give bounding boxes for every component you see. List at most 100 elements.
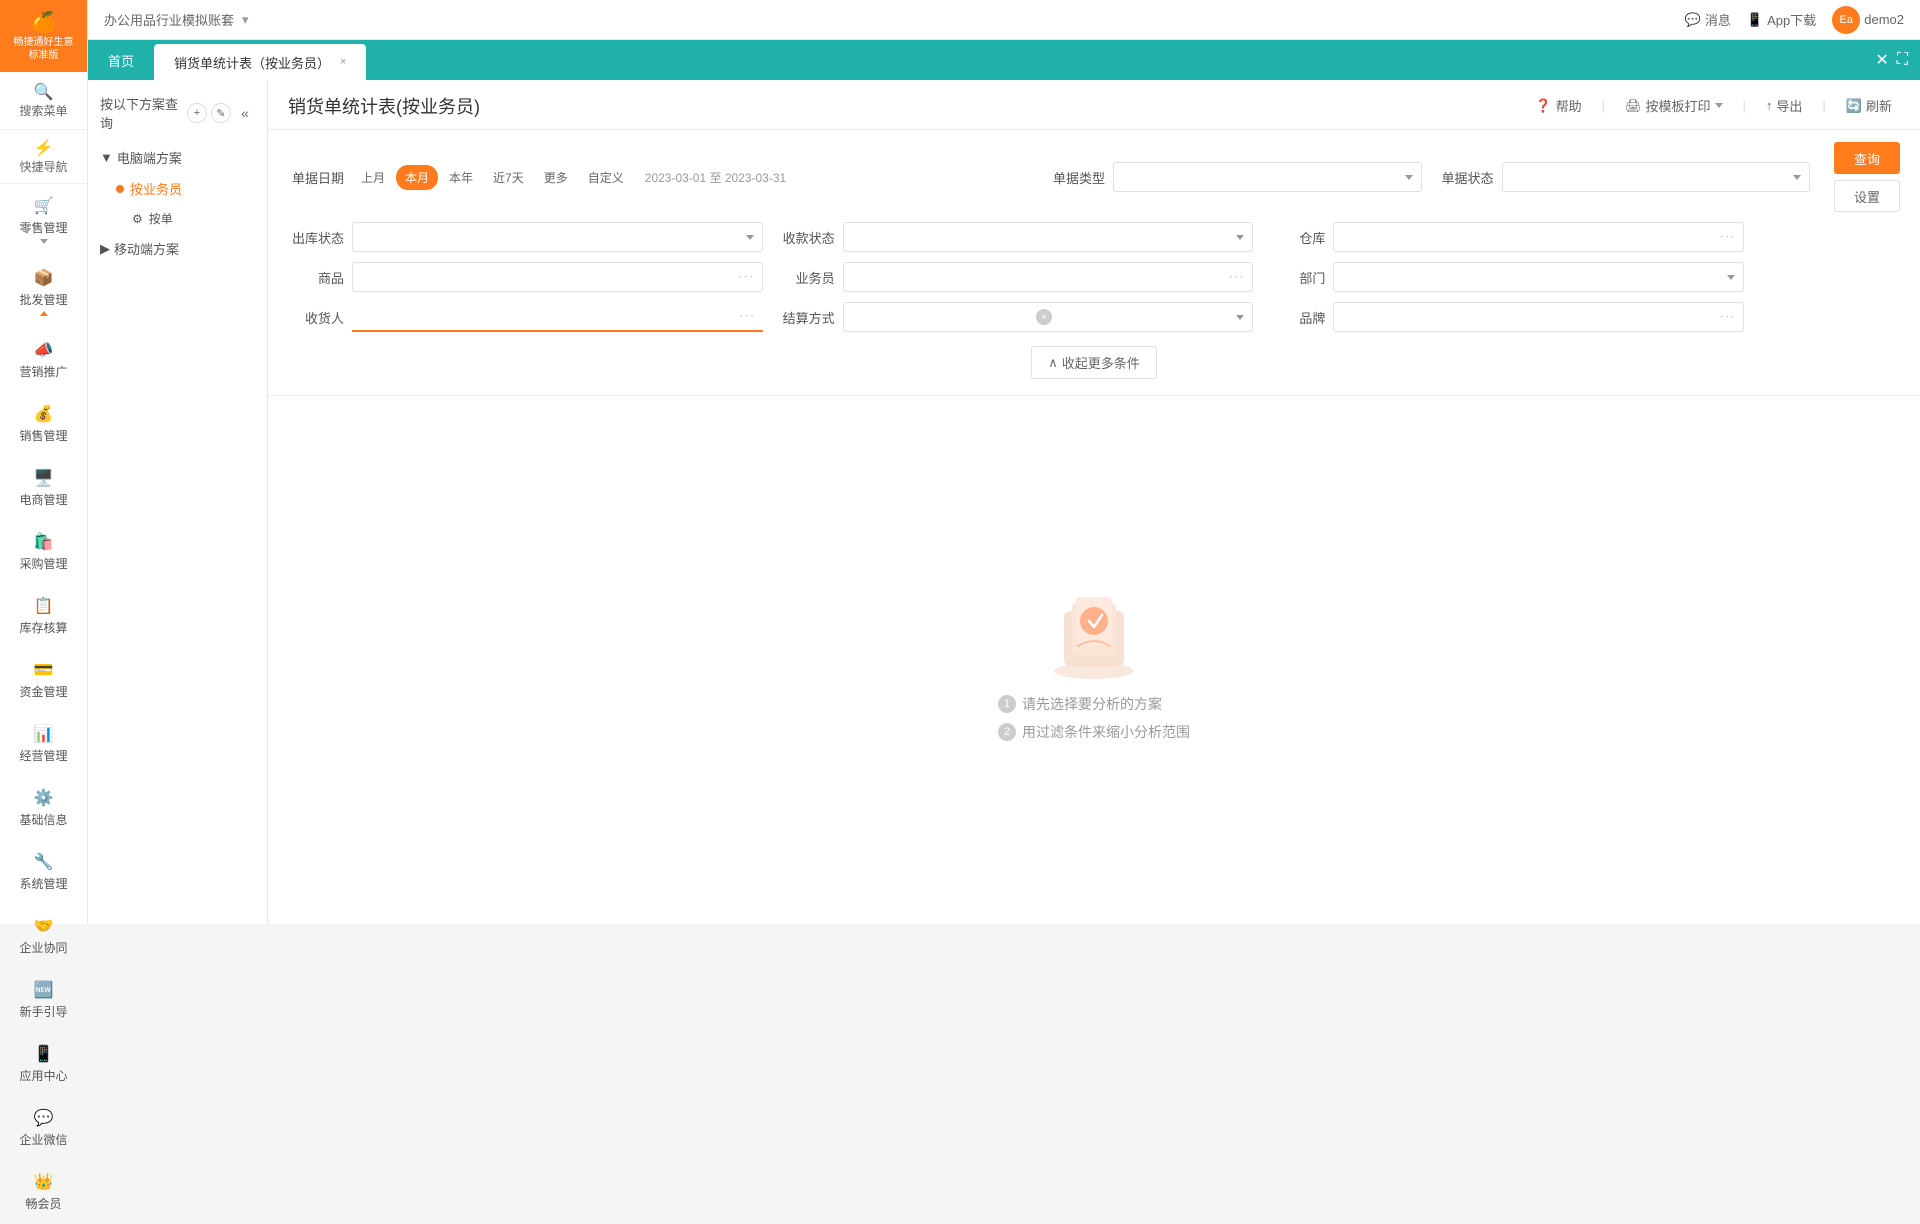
- salesperson-dots: ···: [1228, 268, 1244, 286]
- date-btn-this-year[interactable]: 本年: [440, 165, 482, 190]
- panel-controls: + ✎ «: [187, 103, 255, 123]
- doc-status-input[interactable]: [1502, 162, 1811, 192]
- tree-parent-label: 电脑端方案: [117, 148, 182, 167]
- help-btn[interactable]: ❓ 帮助: [1527, 92, 1589, 119]
- goods-input[interactable]: ···: [352, 262, 763, 292]
- tree-child-salesperson[interactable]: 按业务员: [88, 173, 267, 204]
- left-panel: 按以下方案查询 + ✎ « ▼ 电脑端方案 按业务员 ⚙ 按单: [88, 80, 268, 924]
- sidebar-item-wholesale[interactable]: 📦 批发管理: [0, 256, 87, 328]
- filter-col-doc-type: 单据类型: [1049, 162, 1422, 192]
- collapse-row: ∧ 收起更多条件: [288, 342, 1900, 383]
- app-download-btn[interactable]: 📱 App下载: [1747, 10, 1816, 29]
- tree-parent-mobile[interactable]: ▶ 移动端方案: [88, 233, 267, 264]
- sidebar-item-sales[interactable]: 💰 销售管理: [0, 392, 87, 456]
- filter-row-3: 商品 ··· 业务员 ··· 部门: [288, 262, 1900, 292]
- sidebar-item-wechat-label: 企业微信: [19, 1131, 67, 1148]
- basic-icon: ⚙️: [34, 788, 54, 808]
- finance-icon: 💳: [34, 660, 54, 680]
- settlement-input[interactable]: ×: [843, 302, 1254, 332]
- filter-row-4: 收货人 ··· 结算方式 ×: [288, 302, 1900, 332]
- sidebar-search[interactable]: 🔍 搜索菜单: [0, 72, 87, 130]
- date-btn-this-month[interactable]: 本月: [396, 165, 438, 190]
- date-btn-custom[interactable]: 自定义: [579, 165, 633, 190]
- empty-tip-2: 2 用过滤条件来缩小分析范围: [998, 722, 1190, 742]
- settlement-clear-btn[interactable]: ×: [1036, 309, 1052, 325]
- date-range-display: 2023-03-01 至 2023-03-31: [645, 169, 786, 186]
- sidebar-item-enterprise[interactable]: 🤝 企业协同: [0, 904, 87, 968]
- filter-col-settlement: 结算方式 ×: [779, 302, 1254, 332]
- tab-maximize-btn[interactable]: ⛶: [1897, 51, 1908, 69]
- app-logo[interactable]: 🍊 畅捷通好生意 标准版: [0, 0, 87, 72]
- settings-btn[interactable]: 设置: [1834, 180, 1900, 212]
- logo-icon: 🍊: [8, 10, 79, 36]
- main-area: 办公用品行业模拟账套 ▾ 💬 消息 📱 App下载 Ea demo2 首页 销货…: [88, 0, 1920, 924]
- sidebar-item-finance[interactable]: 💳 资金管理: [0, 648, 87, 712]
- receipt-status-input[interactable]: [843, 222, 1254, 252]
- date-btn-last-month[interactable]: 上月: [352, 165, 394, 190]
- department-label: 部门: [1269, 268, 1325, 287]
- sidebar-item-retail[interactable]: 🛒 零售管理: [0, 184, 87, 256]
- tree-sub-order[interactable]: ⚙ 按单: [88, 204, 267, 233]
- consignee-input[interactable]: ···: [352, 302, 763, 332]
- marketing-icon: 📣: [34, 340, 54, 360]
- refresh-btn[interactable]: 🔄 刷新: [1838, 92, 1900, 119]
- consignee-dots: ···: [739, 307, 755, 325]
- left-panel-header: 按以下方案查询 + ✎ «: [88, 88, 267, 138]
- sidebar-item-member[interactable]: 👑 畅会员: [0, 1160, 87, 1224]
- salesperson-label: 业务员: [779, 268, 835, 287]
- tree-parent-desktop[interactable]: ▼ 电脑端方案: [88, 142, 267, 173]
- export-btn[interactable]: ↑ 导出: [1758, 92, 1811, 119]
- sidebar-item-purchase[interactable]: 🛍️ 采购管理: [0, 520, 87, 584]
- sidebar-item-wechat[interactable]: 💬 企业微信: [0, 1096, 87, 1160]
- mobile-icon: 📱: [1747, 12, 1763, 28]
- edit-scheme-btn[interactable]: ✎: [211, 103, 231, 123]
- tree-parent-mobile-label: 移动端方案: [114, 239, 179, 258]
- user-info[interactable]: Ea demo2: [1832, 6, 1904, 34]
- sidebar-item-marketing[interactable]: 📣 营销推广: [0, 328, 87, 392]
- sidebar-item-basic[interactable]: ⚙️ 基础信息: [0, 776, 87, 840]
- page-dropdown-label[interactable]: 办公用品行业模拟账套: [104, 10, 234, 29]
- sidebar-item-system[interactable]: 🔧 系统管理: [0, 840, 87, 904]
- tip-num-2: 2: [998, 723, 1016, 741]
- department-chevron: [1727, 275, 1735, 280]
- tab-close-btn[interactable]: ×: [340, 56, 346, 68]
- date-btn-more[interactable]: 更多: [535, 165, 577, 190]
- warehouse-input[interactable]: ···: [1333, 222, 1744, 252]
- sidebar-item-member-label: 畅会员: [25, 1195, 61, 1212]
- message-btn[interactable]: 💬 消息: [1685, 10, 1731, 29]
- collapse-btn[interactable]: ∧ 收起更多条件: [1031, 346, 1157, 379]
- tab-home[interactable]: 首页: [88, 40, 154, 80]
- salesperson-input[interactable]: ···: [843, 262, 1254, 292]
- tab-active[interactable]: 销货单统计表（按业务员） ×: [154, 44, 366, 80]
- system-icon: 🔧: [34, 852, 54, 872]
- chevron-up-icon: ∧: [1048, 355, 1058, 371]
- help-icon: ❓: [1535, 98, 1551, 114]
- date-btn-7days[interactable]: 近7天: [484, 165, 533, 190]
- filter-col-receipt-status: 收款状态: [779, 222, 1254, 252]
- doc-type-label: 单据类型: [1049, 168, 1105, 187]
- sidebar-quick-nav[interactable]: ⚡ 快捷导航: [0, 130, 87, 184]
- settlement-chevron: [1236, 315, 1244, 320]
- sidebar-item-inventory[interactable]: 📋 库存核算: [0, 584, 87, 648]
- add-scheme-btn[interactable]: +: [187, 103, 207, 123]
- tab-close-main[interactable]: ✕: [1875, 50, 1888, 70]
- collapse-panel-btn[interactable]: «: [235, 103, 255, 123]
- sidebar-item-operations[interactable]: 📊 经营管理: [0, 712, 87, 776]
- doc-type-input[interactable]: [1113, 162, 1422, 192]
- query-btn[interactable]: 查询: [1834, 142, 1900, 174]
- sidebar-item-guide[interactable]: 🆕 新手引导: [0, 968, 87, 1032]
- tree-expand-icon: ▼: [100, 150, 113, 165]
- sidebar-item-app-center[interactable]: 📱 应用中心: [0, 1032, 87, 1096]
- export-label: 导出: [1776, 96, 1802, 115]
- dropdown-chevron[interactable]: ▾: [242, 12, 249, 28]
- template-print-btn[interactable]: 🖨 按模板打印: [1617, 92, 1731, 119]
- active-dot: [116, 185, 124, 193]
- out-status-input[interactable]: [352, 222, 763, 252]
- enterprise-icon: 🤝: [34, 916, 54, 936]
- sidebar-item-system-label: 系统管理: [19, 875, 67, 892]
- sidebar-item-ecommerce[interactable]: 🖥️ 电商管理: [0, 456, 87, 520]
- brand-input[interactable]: ···: [1333, 302, 1744, 332]
- collapse-btn-label: 收起更多条件: [1062, 353, 1140, 372]
- topbar-left: 办公用品行业模拟账套 ▾: [104, 10, 249, 29]
- department-input[interactable]: [1333, 262, 1744, 292]
